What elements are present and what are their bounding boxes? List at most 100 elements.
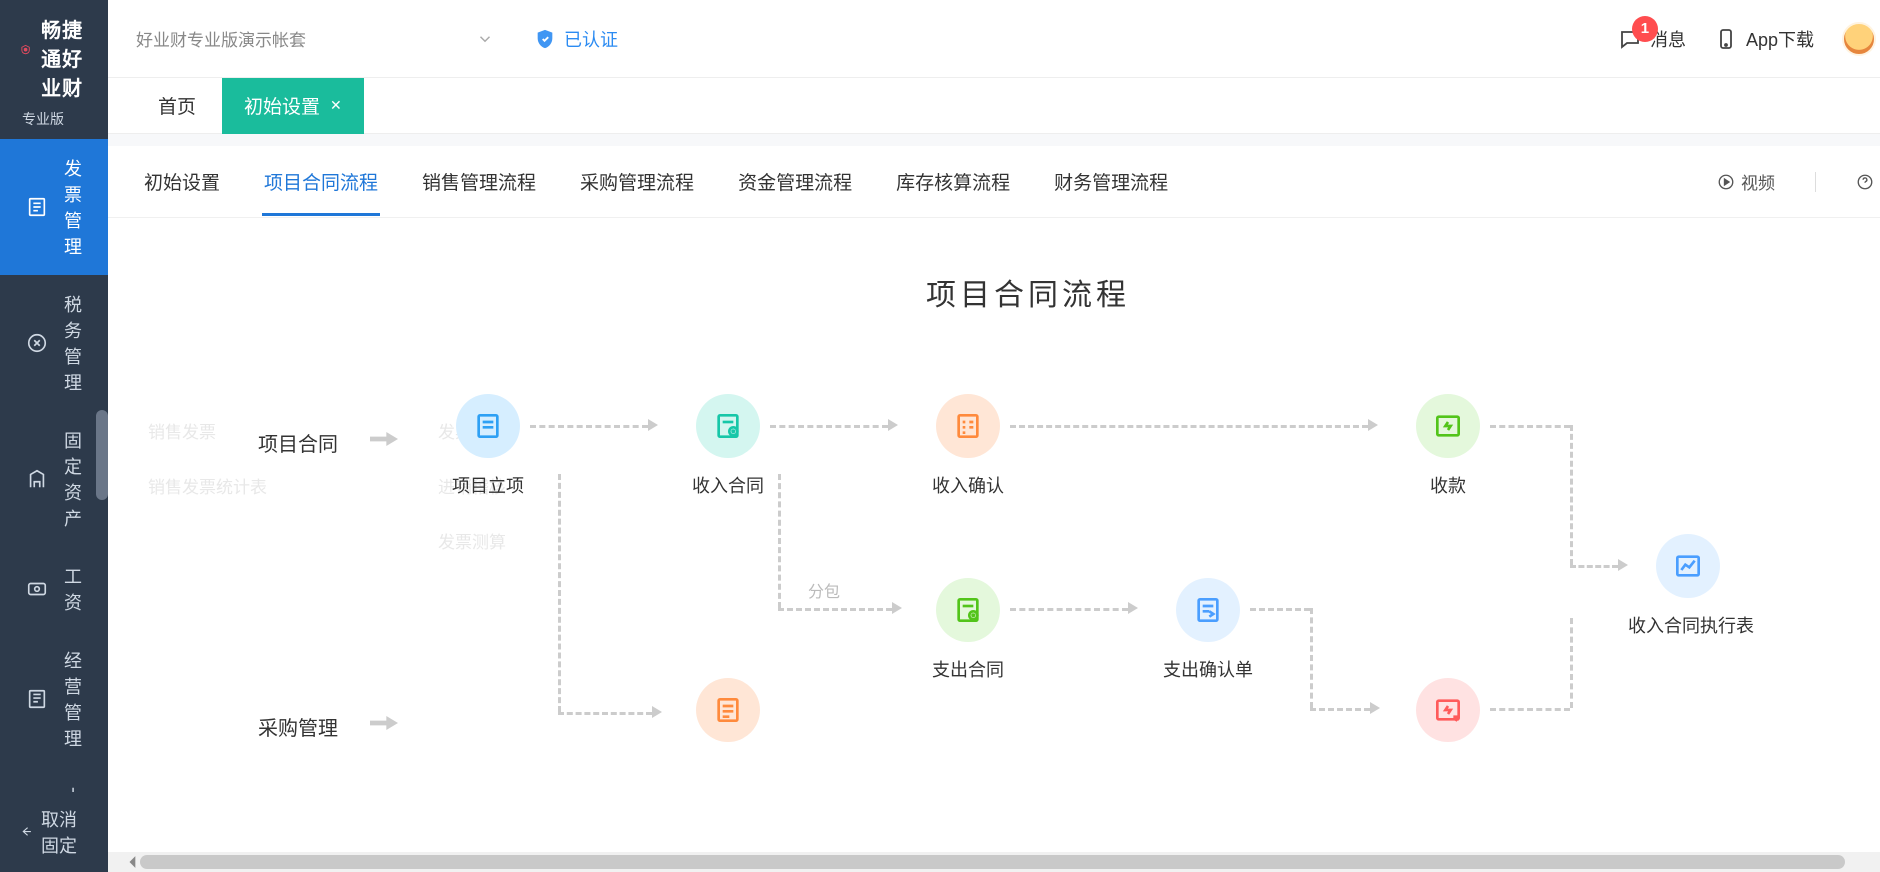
row-label-project: 项目合同	[258, 428, 338, 457]
node-project-init[interactable]: 项目立项	[428, 394, 548, 498]
arrowhead-icon	[652, 706, 662, 718]
chart-icon	[1672, 550, 1704, 582]
money-out-icon	[1432, 694, 1464, 726]
document-icon	[472, 410, 504, 442]
download-button[interactable]: App下载	[1714, 26, 1814, 52]
sub-tab-inventory[interactable]: 库存核算流程	[894, 148, 1012, 215]
document-arrow-icon	[1192, 594, 1224, 626]
connector	[778, 608, 892, 611]
tab-label: 首页	[158, 92, 196, 119]
sidebar-scrollbar[interactable]	[96, 410, 108, 500]
money-icon	[1432, 410, 1464, 442]
node-income-exec-table[interactable]: 收入合同执行表	[1628, 534, 1748, 638]
sub-tab-purchase[interactable]: 采购管理流程	[578, 148, 696, 215]
manage-icon	[26, 688, 48, 710]
brand: 畅捷通好业财	[0, 0, 108, 109]
connector	[1570, 565, 1618, 568]
sidebar-unpin-label: 取消固定	[41, 806, 88, 858]
topbar: 好业财专业版演示帐套 已认证 1 消息	[108, 0, 1880, 78]
brand-name: 畅捷通好业财	[41, 14, 88, 101]
flow-diagram: 销售发票 销售发票统计表 发票列表 进销稽核 发票测算 项目合同流程 项目合同	[108, 218, 1880, 414]
scroll-left-icon[interactable]	[126, 855, 140, 869]
connector	[1010, 608, 1128, 611]
connector	[530, 425, 648, 428]
help-button[interactable]: 帮助	[1856, 169, 1880, 194]
sub-tab-sales[interactable]: 销售管理流程	[420, 148, 538, 215]
sidebar-item-label: 经营管理	[64, 647, 82, 751]
node-payment[interactable]	[1388, 678, 1508, 756]
row-label-purchase: 采购管理	[258, 712, 338, 741]
sidebar-item-tax[interactable]: 税务管理	[0, 275, 108, 411]
document-icon	[712, 694, 744, 726]
sub-tab-initial[interactable]: 初始设置	[142, 148, 222, 215]
horizontal-scrollbar[interactable]	[140, 855, 1845, 869]
content: 初始设置 项目合同流程 销售管理流程 采购管理流程 资金管理流程 库存核算流程 …	[108, 134, 1880, 872]
arrowhead-icon	[892, 602, 902, 614]
tab-initial-settings[interactable]: 初始设置 ✕	[222, 78, 364, 134]
arrowhead-icon	[888, 419, 898, 431]
arrowhead-icon	[1128, 602, 1138, 614]
sub-tab-project-contract[interactable]: 项目合同流程	[262, 148, 380, 215]
connector	[1310, 608, 1313, 708]
document-plus-icon	[712, 410, 744, 442]
sidebar-item-manage[interactable]: 经营管理	[0, 631, 108, 767]
arrowhead-icon	[1370, 702, 1380, 714]
close-icon[interactable]: ✕	[330, 97, 342, 114]
connector	[1490, 425, 1570, 428]
brand-logo-icon	[20, 43, 31, 73]
node-income-contract[interactable]: 收入合同	[668, 394, 788, 498]
divider	[1815, 172, 1816, 192]
horizontal-scrollbar-area	[108, 852, 1880, 872]
node-expense-contract[interactable]: 支出合同	[908, 578, 1028, 682]
video-button[interactable]: 视频	[1717, 169, 1775, 194]
sidebar: 畅捷通好业财 专业版 发票管理 税务管理 固定资产 工资 经营管理	[0, 0, 108, 872]
download-label: App下载	[1746, 26, 1814, 52]
sidebar-item-reimburse[interactable]: 小畅报销	[0, 767, 108, 792]
user-menu[interactable]: 珠珠	[1842, 22, 1880, 56]
connector	[770, 425, 888, 428]
tab-home[interactable]: 首页	[136, 78, 218, 134]
flow-diagram-scroll[interactable]: 销售发票 销售发票统计表 发票列表 进销稽核 发票测算 项目合同流程 项目合同	[108, 218, 1880, 852]
connector	[1010, 425, 1368, 428]
invoice-icon	[26, 196, 48, 218]
connector	[1250, 608, 1310, 611]
panel: 初始设置 项目合同流程 销售管理流程 采购管理流程 资金管理流程 库存核算流程 …	[108, 146, 1880, 872]
sidebar-item-salary[interactable]: 工资	[0, 547, 108, 631]
arrowhead-icon	[648, 419, 658, 431]
avatar-icon	[1842, 22, 1876, 56]
arrow-icon	[370, 716, 398, 730]
connector	[1310, 708, 1370, 711]
connector	[778, 474, 781, 608]
horizontal-scrollbar-track	[140, 855, 1880, 869]
node-purchase-request[interactable]	[668, 678, 788, 756]
arrowhead-icon	[1368, 419, 1378, 431]
play-icon	[1717, 173, 1735, 191]
sidebar-nav: 发票管理 税务管理 固定资产 工资 经营管理 小畅报销	[0, 139, 108, 792]
sidebar-item-label: 工资	[64, 563, 82, 615]
sidebar-item-label: 税务管理	[64, 291, 82, 395]
node-income-confirm[interactable]: 收入确认	[908, 394, 1028, 498]
video-label: 视频	[1741, 169, 1775, 194]
sub-tab-finance[interactable]: 财务管理流程	[1052, 148, 1170, 215]
sidebar-item-invoice[interactable]: 发票管理	[0, 139, 108, 275]
sidebar-item-label: 发票管理	[64, 155, 82, 259]
checklist-icon	[952, 410, 984, 442]
tax-icon	[26, 332, 48, 354]
sidebar-unpin[interactable]: 取消固定	[0, 792, 108, 872]
account-select[interactable]: 好业财专业版演示帐套	[136, 26, 506, 51]
sidebar-item-label: 固定资产	[64, 427, 82, 531]
messages-button[interactable]: 1 消息	[1618, 26, 1686, 52]
sidebar-item-asset[interactable]: 固定资产	[0, 411, 108, 547]
branch-label: 分包	[808, 578, 840, 602]
verified-badge[interactable]: 已认证	[534, 26, 618, 52]
connector	[558, 712, 652, 715]
connector	[1570, 618, 1573, 708]
brand-edition: 专业版	[0, 109, 108, 129]
node-expense-confirm[interactable]: 支出确认单	[1148, 578, 1268, 682]
document-plus-icon	[952, 594, 984, 626]
node-receipt[interactable]: 收款	[1388, 394, 1508, 498]
verified-label: 已认证	[564, 26, 618, 52]
arrowhead-icon	[1618, 559, 1628, 571]
help-icon	[1856, 173, 1874, 191]
sub-tab-funds[interactable]: 资金管理流程	[736, 148, 854, 215]
